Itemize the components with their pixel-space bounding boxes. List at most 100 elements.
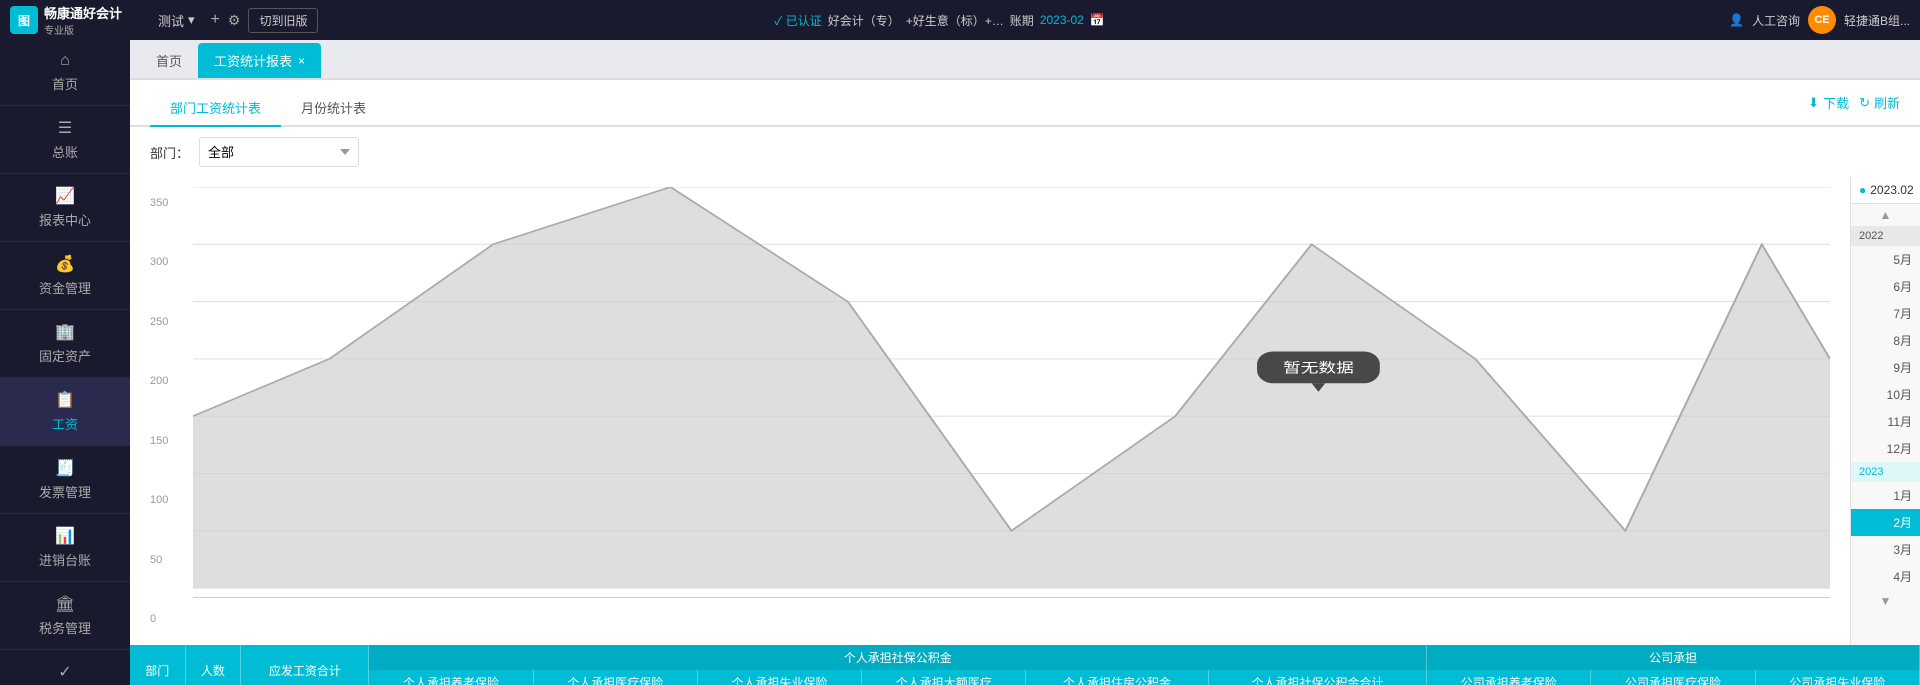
chart-area-fill	[193, 187, 1830, 588]
col-headcount: 人数	[185, 645, 241, 685]
assets-icon: 🏢	[55, 322, 75, 342]
user-name[interactable]: 轻捷通B组...	[1844, 12, 1910, 29]
header-status: ✓ 已认证 好会计（专） +好生意（标）+… 账期 2023-02 📅	[774, 12, 1105, 29]
sidebar-item-assets[interactable]: 🏢 固定资产	[0, 310, 130, 378]
sub-col-1: 个人承担医疗保险	[533, 670, 697, 685]
header-tabs: 测试 ▾ + ⚙ 切到旧版	[140, 7, 774, 34]
sub-col-0: 个人承担养老保险	[369, 670, 533, 685]
month-jun[interactable]: 6月	[1851, 273, 1920, 300]
gear-icon[interactable]: ⚙	[228, 12, 241, 29]
month-dec[interactable]: 12月	[1851, 435, 1920, 462]
salary-table: 部门 人数 应发工资合计 个人承担社保公积金	[130, 645, 1920, 685]
page-content: 部门工资统计表 月份统计表 ⬇ 下载 ↻ 刷新 部门：	[130, 80, 1920, 685]
sub-tab-month[interactable]: 月份统计表	[281, 90, 386, 127]
home-icon: ⌂	[60, 52, 70, 70]
sub-tabs: 部门工资统计表 月份统计表	[130, 80, 406, 125]
month-oct[interactable]: 10月	[1851, 381, 1920, 408]
date-nav-down[interactable]: ▼	[1851, 590, 1920, 612]
sidebar-label-invoice: 发票管理	[39, 482, 91, 501]
month-apr-2023[interactable]: 4月	[1851, 563, 1920, 590]
content-area: 首页 工资统计报表 × 部门工资统计表 月份统计表 ⬇ 下载	[130, 40, 1920, 685]
col-total-salary: 应发工资合计	[241, 645, 369, 685]
sidebar-label-assets: 固定资产	[39, 346, 91, 365]
refresh-btn[interactable]: ↻ 刷新	[1859, 93, 1900, 112]
month-aug[interactable]: 8月	[1851, 327, 1920, 354]
col-dept: 部门	[130, 645, 185, 685]
sidebar-item-tax[interactable]: 🏛 税务管理	[0, 582, 130, 650]
tooltip-text: 暂无数据	[1283, 361, 1354, 377]
reports-icon: 📈	[55, 186, 75, 206]
year-2023-label: 2023	[1851, 462, 1920, 482]
y-label-350: 350	[150, 197, 185, 209]
tab-salary-report[interactable]: 工资统计报表 ×	[198, 43, 321, 78]
extra-tags: +好生意（标）+…	[906, 12, 1004, 29]
month-sep[interactable]: 9月	[1851, 354, 1920, 381]
y-label-300: 300	[150, 256, 185, 268]
sidebar-item-invoice[interactable]: 🧾 发票管理	[0, 446, 130, 514]
sidebar-item-reports[interactable]: 📈 报表中心	[0, 174, 130, 242]
sidebar-item-settle[interactable]: ✓ 结账	[0, 650, 130, 685]
sidebar-item-sales[interactable]: 📊 进销台账	[0, 514, 130, 582]
month-may[interactable]: 5月	[1851, 246, 1920, 273]
tab-label: 测试	[158, 11, 184, 30]
sub-col-4: 个人承担住房公积金	[1026, 670, 1208, 685]
year-2022-label: 2022	[1851, 226, 1920, 246]
sidebar-item-ledger[interactable]: ☰ 总账	[0, 106, 130, 174]
sub-col-5: 个人承担社保公积金合计	[1208, 670, 1426, 685]
month-nov[interactable]: 11月	[1851, 408, 1920, 435]
download-icon: ⬇	[1808, 95, 1819, 111]
y-label-150: 150	[150, 435, 185, 447]
add-icon[interactable]: +	[211, 11, 220, 29]
sidebar-label-funds: 资金管理	[39, 278, 91, 297]
tab-close-icon[interactable]: ×	[298, 54, 305, 68]
month-feb-2023-active[interactable]: 2月	[1851, 509, 1920, 536]
logo-area: 图 畅康通好会计 专业版	[10, 3, 140, 37]
top-header: 图 畅康通好会计 专业版 测试 ▾ + ⚙ 切到旧版 ✓ 已认证 好会计（专） …	[0, 0, 1920, 40]
settle-icon: ✓	[58, 662, 71, 682]
header-user: 👤 人工咨询 CE 轻捷通B组...	[1729, 6, 1910, 34]
sub-tab-dept[interactable]: 部门工资统计表	[150, 90, 281, 127]
y-label-100: 100	[150, 494, 185, 506]
toolbar: 部门： 全部 销售部 财务部 行政部	[130, 127, 1920, 177]
sidebar-item-home[interactable]: ⌂ 首页	[0, 40, 130, 106]
salary-icon: 📋	[55, 390, 75, 410]
sub-col-7: 公司承担医疗保险	[1591, 670, 1755, 685]
col-company-group: 公司承担	[1427, 645, 1920, 670]
logo-text: 畅康通好会计	[44, 3, 122, 22]
dept-select[interactable]: 全部 销售部 财务部 行政部	[199, 137, 359, 167]
ledger-icon: ☰	[58, 118, 72, 138]
y-label-250: 250	[150, 316, 185, 328]
area-chart: 暂无数据	[193, 187, 1830, 590]
chart-right-wrapper: 350 300 250 200 150 100 50 0	[130, 177, 1920, 645]
footer-table: 部门 人数 应发工资合计 个人承担社保公积金	[130, 645, 1920, 685]
download-btn[interactable]: ⬇ 下载	[1808, 93, 1849, 112]
tab-bar: 首页 工资统计报表 ×	[130, 40, 1920, 80]
sidebar-label-home: 首页	[52, 74, 78, 93]
sidebar-item-funds[interactable]: 💰 资金管理	[0, 242, 130, 310]
header-tab-test[interactable]: 测试 ▾	[150, 7, 203, 34]
sidebar-label-sales: 进销台账	[39, 550, 91, 569]
toolbar-left: 部门： 全部 销售部 财务部 行政部	[150, 137, 359, 167]
y-label-50: 50	[150, 554, 185, 566]
calendar-icon[interactable]: 📅	[1090, 13, 1105, 27]
sub-col-3: 个人承担大额医疗	[862, 670, 1026, 685]
ai-consult-label[interactable]: 人工咨询	[1752, 12, 1800, 29]
refresh-icon: ↻	[1859, 95, 1870, 111]
period-label: 账期	[1010, 12, 1034, 29]
period-value: 2023-02	[1040, 13, 1084, 27]
date-value: 2023.02	[1870, 183, 1913, 197]
switch-old-btn[interactable]: 切到旧版	[248, 8, 318, 33]
y-label-200: 200	[150, 375, 185, 387]
tax-icon: 🏛	[55, 594, 75, 614]
month-jan-2023[interactable]: 1月	[1851, 482, 1920, 509]
logo-icon: 图	[10, 6, 38, 34]
invoice-icon: 🧾	[55, 458, 75, 478]
sub-col-8: 公司承担失业保险	[1755, 670, 1919, 685]
tab-home[interactable]: 首页	[140, 43, 198, 78]
date-nav-up[interactable]: ▲	[1851, 204, 1920, 226]
month-mar-2023[interactable]: 3月	[1851, 536, 1920, 563]
month-jul[interactable]: 7月	[1851, 300, 1920, 327]
main-layout: ⌂ 首页 ☰ 总账 📈 报表中心 💰 资金管理 🏢 固定资产 📋 工资 🧾 发票…	[0, 40, 1920, 685]
sidebar-item-salary[interactable]: 📋 工资	[0, 378, 130, 446]
sidebar-label-salary: 工资	[52, 414, 78, 433]
